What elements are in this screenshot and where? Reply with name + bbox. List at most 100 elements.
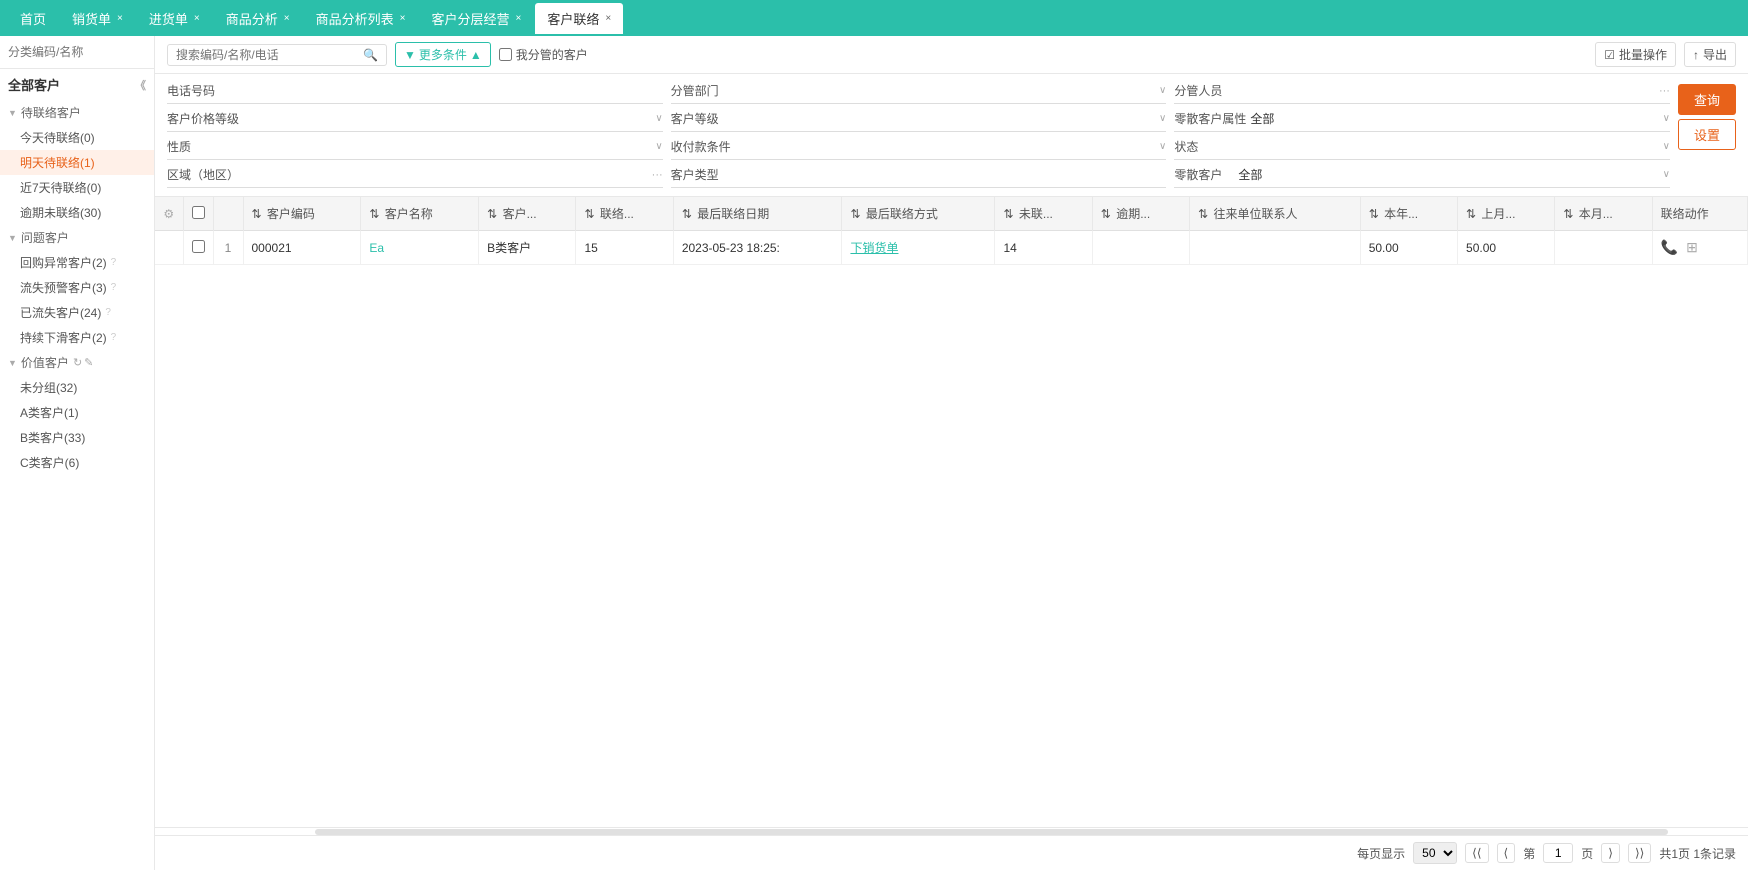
grid-icon[interactable]: ⊞ [1686, 239, 1698, 256]
search-box: 🔍 [167, 44, 387, 66]
sidebar-item-tomorrow-contact[interactable]: 明天待联络(1) [0, 150, 154, 175]
sidebar-item-repurchase-abnormal[interactable]: 回购异常客户(2) ? [0, 250, 154, 275]
close-icon[interactable]: × [117, 13, 123, 24]
total-records-label: 共1页 1条记录 [1659, 845, 1736, 862]
edit-icon[interactable]: ✎ [84, 356, 93, 369]
filter-row-2: 客户价格等级 ∨ 客户等级 ∨ 零散客户属性 全部 [167, 110, 1670, 132]
search-icon[interactable]: 🔍 [363, 48, 378, 62]
more-options-icon[interactable]: ··· [652, 169, 663, 181]
export-button[interactable]: ↑ 导出 [1684, 42, 1736, 67]
sidebar-item-today-contact[interactable]: 今天待联络(0) [0, 125, 154, 150]
sidebar-search-area: 🔍 [0, 36, 154, 69]
bulk-operation-button[interactable]: ☑ 批量操作 [1595, 42, 1676, 67]
filter-payment-terms: 收付款条件 ∨ [671, 138, 1167, 160]
page-number-input[interactable] [1543, 843, 1573, 863]
customer-table: ⚙ ⇅ 客户编码 ⇅ 客户名称 [155, 197, 1748, 265]
next-page-button[interactable]: ⟩ [1601, 843, 1620, 863]
chevron-down-icon[interactable]: ∨ [1159, 85, 1166, 96]
close-icon[interactable]: × [194, 13, 200, 24]
close-icon[interactable]: × [515, 13, 521, 24]
chevron-down-icon[interactable]: ∨ [655, 141, 662, 152]
sort-icon[interactable]: ⇅ [1003, 207, 1013, 221]
query-button[interactable]: 查询 [1678, 84, 1736, 115]
row-code: 000021 [243, 231, 361, 265]
filter-gender: 性质 ∨ [167, 138, 663, 160]
sort-icon[interactable]: ⇅ [1198, 207, 1208, 221]
nav-customer-contact[interactable]: 客户联络 × [535, 3, 623, 34]
sidebar-item-class-c[interactable]: C类客户(6) [0, 450, 154, 475]
close-icon[interactable]: × [284, 13, 290, 24]
top-navigation: 首页 销货单 × 进货单 × 商品分析 × 商品分析列表 × 客户分层经营 × … [0, 0, 1748, 36]
help-icon: ? [105, 307, 111, 318]
nav-customer-layering[interactable]: 客户分层经营 × [419, 3, 533, 34]
last-page-button[interactable]: ⟩⟩ [1628, 843, 1651, 863]
my-customers-checkbox[interactable]: 我分管的客户 [499, 46, 588, 63]
chevron-down-icon[interactable]: ∨ [655, 113, 662, 124]
sidebar-item-churned[interactable]: 已流失客户(24) ? [0, 300, 154, 325]
sidebar-item-overdue-contact[interactable]: 逾期未联络(30) [0, 200, 154, 225]
row-unit-contact [1190, 231, 1361, 265]
setting-button[interactable]: 设置 [1678, 119, 1736, 150]
select-all-checkbox[interactable] [192, 206, 205, 219]
sort-icon[interactable]: ⇅ [584, 207, 594, 221]
more-conditions-button[interactable]: ▼ 更多条件 ▲ [395, 42, 491, 67]
sidebar-item-7days-contact[interactable]: 近7天待联络(0) [0, 175, 154, 200]
table-footer: 每页显示 50 ⟨⟨ ⟨ 第 页 ⟩ ⟩⟩ 共1页 1条记录 [155, 835, 1748, 870]
row-gear [155, 231, 183, 265]
sort-icon[interactable]: ⇅ [850, 207, 860, 221]
sidebar-all-customers[interactable]: 全部客户 《 [0, 69, 154, 100]
sidebar-item-ungrouped[interactable]: 未分组(32) [0, 375, 154, 400]
sidebar-group-pending[interactable]: 待联络客户 [0, 100, 154, 125]
sort-icon[interactable]: ⇅ [1563, 207, 1573, 221]
phone-icon[interactable]: 📞 [1661, 239, 1678, 256]
sidebar-item-declining[interactable]: 持续下滑客户(2) ? [0, 325, 154, 350]
chevron-down-icon[interactable]: ∨ [1159, 113, 1166, 124]
col-contact: ⇅ 联络... [576, 197, 673, 231]
advanced-filter-panel: 电话号码 分管部门 ∨ 分管人员 ··· [155, 74, 1748, 197]
scrollbar-area[interactable] [155, 827, 1748, 835]
col-settings[interactable]: ⚙ [155, 197, 183, 231]
prev-page-button[interactable]: ⟨ [1497, 843, 1516, 863]
my-customers-check[interactable] [499, 48, 512, 61]
chevron-down-icon[interactable]: ∨ [1663, 169, 1670, 180]
sidebar-search-input[interactable] [8, 45, 155, 59]
filter-icon: ▼ [404, 48, 416, 62]
table-body: 1 000021 Ea B类客户 15 2023-05-23 18:25: 下销… [155, 231, 1748, 265]
row-last-contact-date: 2023-05-23 18:25: [673, 231, 842, 265]
close-icon[interactable]: × [605, 13, 611, 24]
table-header-row: ⚙ ⇅ 客户编码 ⇅ 客户名称 [155, 197, 1748, 231]
chevron-up-icon: ▲ [470, 48, 482, 62]
sidebar-item-churn-warning[interactable]: 流失预警客户(3) ? [0, 275, 154, 300]
table-row: 1 000021 Ea B类客户 15 2023-05-23 18:25: 下销… [155, 231, 1748, 265]
sort-icon[interactable]: ⇅ [369, 207, 379, 221]
sort-icon[interactable]: ⇅ [682, 207, 692, 221]
nav-purchase-order[interactable]: 进货单 × [137, 3, 212, 34]
col-last-month: ⇅ 上月... [1458, 197, 1555, 231]
sort-icon[interactable]: ⇅ [1369, 207, 1379, 221]
sidebar-item-class-b[interactable]: B类客户(33) [0, 425, 154, 450]
first-page-button[interactable]: ⟨⟨ [1465, 843, 1488, 863]
sidebar-group-problem[interactable]: 问题客户 [0, 225, 154, 250]
close-icon[interactable]: × [400, 13, 406, 24]
sort-icon[interactable]: ⇅ [252, 207, 262, 221]
sort-icon[interactable]: ⇅ [487, 207, 497, 221]
main-search-input[interactable] [176, 48, 359, 62]
refresh-icon[interactable]: ↻ [73, 356, 82, 369]
chevron-down-icon[interactable]: ∨ [1159, 141, 1166, 152]
more-options-icon[interactable]: ··· [1659, 85, 1670, 97]
row-num: 1 [213, 231, 243, 265]
col-this-month: ⇅ 本月... [1555, 197, 1652, 231]
chevron-down-icon[interactable]: ∨ [1663, 113, 1670, 124]
nav-product-analysis[interactable]: 商品分析 × [214, 3, 302, 34]
row-checkbox[interactable] [192, 240, 205, 253]
nav-sales-order[interactable]: 销货单 × [60, 3, 135, 34]
chevron-down-icon[interactable]: ∨ [1663, 141, 1670, 152]
sort-icon[interactable]: ⇅ [1466, 207, 1476, 221]
page-size-select[interactable]: 50 [1413, 842, 1457, 864]
sort-icon[interactable]: ⇅ [1101, 207, 1111, 221]
sidebar-item-class-a[interactable]: A类客户(1) [0, 400, 154, 425]
sidebar-group-value[interactable]: 价值客户 ↻ ✎ [0, 350, 154, 375]
customer-table-wrapper: ⚙ ⇅ 客户编码 ⇅ 客户名称 [155, 197, 1748, 827]
nav-home[interactable]: 首页 [8, 3, 58, 34]
nav-product-analysis-list[interactable]: 商品分析列表 × [304, 3, 418, 34]
